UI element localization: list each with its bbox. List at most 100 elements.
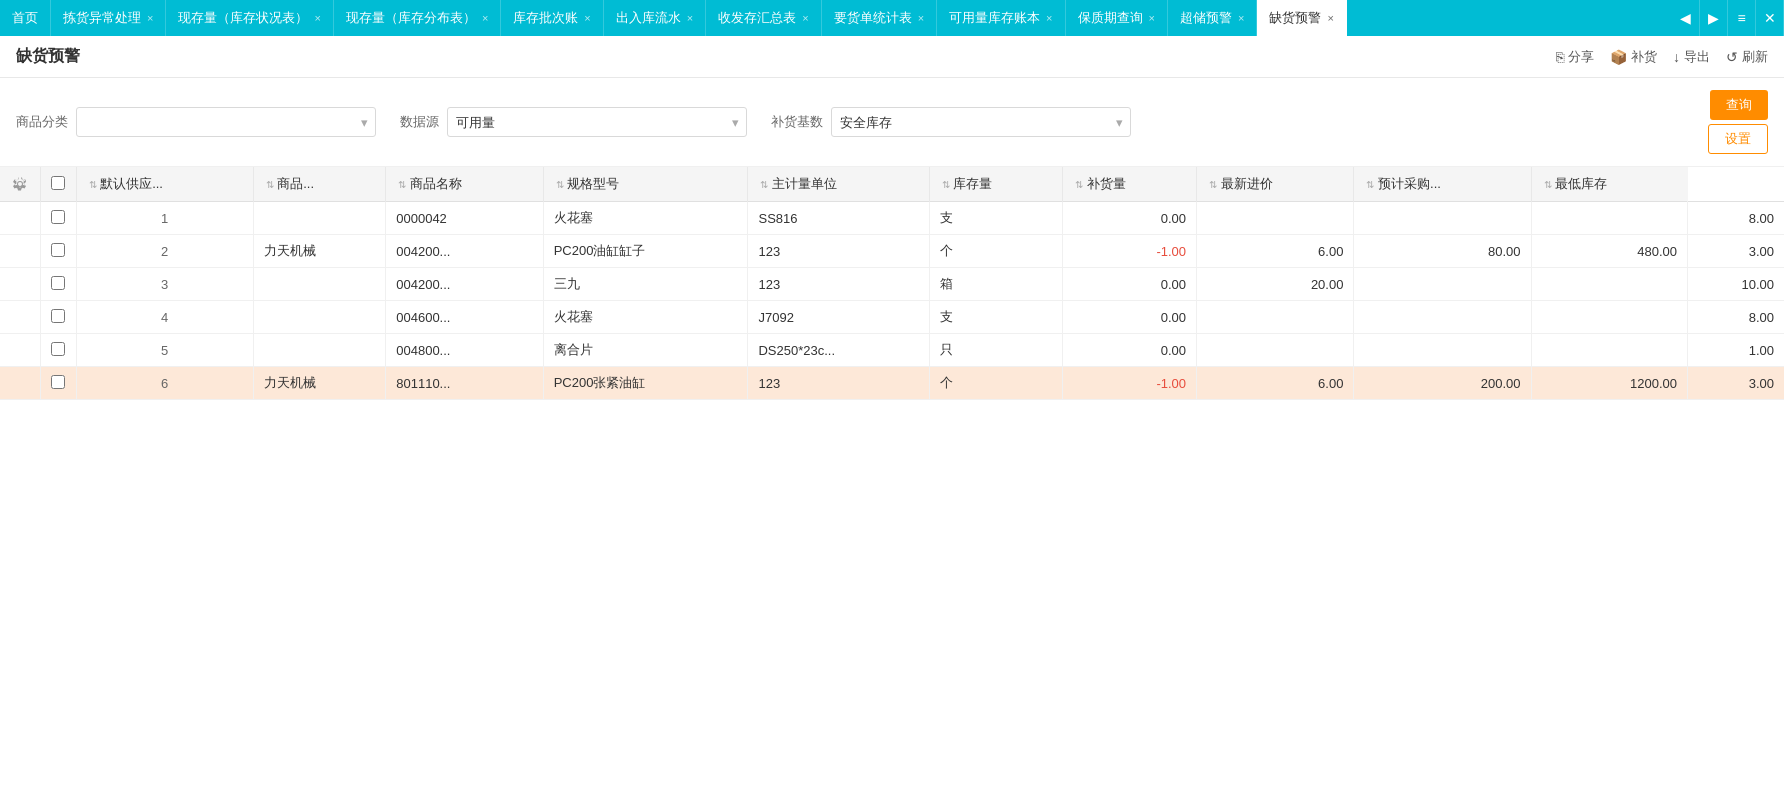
row-min-stock: 1.00 — [1688, 334, 1785, 367]
tab-kyljczb-label: 可用量库存账本 — [949, 9, 1040, 27]
tab-xyzkcfb[interactable]: 现存量（库存分布表） × — [334, 0, 501, 36]
row-index: 2 — [76, 235, 253, 268]
tab-close-button[interactable]: ✕ — [1756, 0, 1784, 36]
datasource-select[interactable]: 可用量 — [447, 107, 747, 137]
row-name: 离合片 — [543, 334, 748, 367]
row-settings-cell — [0, 202, 40, 235]
row-stock: 0.00 — [1063, 334, 1197, 367]
tab-ccyj-close[interactable]: × — [1238, 12, 1244, 24]
row-checkbox-cell[interactable] — [40, 334, 76, 367]
select-all-checkbox[interactable] — [51, 176, 65, 190]
row-supplier: 力天机械 — [253, 367, 386, 400]
row-checkbox[interactable] — [51, 375, 65, 389]
col-header-name[interactable]: ⇅ 商品名称 — [386, 167, 543, 202]
row-checkbox-cell[interactable] — [40, 301, 76, 334]
row-checkbox-cell[interactable] — [40, 367, 76, 400]
row-checkbox-cell[interactable] — [40, 202, 76, 235]
query-button[interactable]: 查询 — [1710, 90, 1768, 120]
tab-kyljczb-close[interactable]: × — [1046, 12, 1052, 24]
row-spec: J7092 — [748, 301, 929, 334]
col-header-spec[interactable]: ⇅ 规格型号 — [543, 167, 748, 202]
row-unit: 个 — [929, 235, 1063, 268]
tab-xyzkcqk-close[interactable]: × — [314, 12, 320, 24]
row-code: 004800... — [386, 334, 543, 367]
row-checkbox[interactable] — [51, 243, 65, 257]
row-spec: 123 — [748, 268, 929, 301]
refresh-button[interactable]: ↺ 刷新 — [1726, 48, 1768, 66]
table-body: 1 0000042 火花塞 SS816 支 0.00 8.00 2 力天机械 0… — [0, 202, 1784, 400]
row-name: 三九 — [543, 268, 748, 301]
tab-bqqycx[interactable]: 保质期查询 × — [1066, 0, 1168, 36]
share-button[interactable]: ⎘ 分享 — [1556, 48, 1594, 66]
tab-qhyj[interactable]: 缺货预警 × — [1257, 0, 1346, 36]
tab-kyljczb[interactable]: 可用量库存账本 × — [937, 0, 1065, 36]
col-code-label: 商品... — [277, 176, 314, 191]
col-supplier-label: 默认供应... — [100, 176, 163, 191]
export-button[interactable]: ↓ 导出 — [1673, 48, 1710, 66]
tab-xyzkcfb-close[interactable]: × — [482, 12, 488, 24]
row-checkbox-cell[interactable] — [40, 268, 76, 301]
tab-crkcls[interactable]: 出入库流水 × — [604, 0, 706, 36]
page-header: 缺货预警 ⎘ 分享 📦 补货 ↓ 导出 ↺ 刷新 — [0, 36, 1784, 78]
filter-actions: 查询 设置 — [1708, 90, 1768, 154]
row-unit: 支 — [929, 202, 1063, 235]
base-select-wrapper: 安全库存 — [831, 107, 1131, 137]
tab-qhyj-close[interactable]: × — [1327, 12, 1333, 24]
col-header-unit[interactable]: ⇅ 主计量单位 — [748, 167, 929, 202]
table-row: 4 004600... 火花塞 J7092 支 0.00 8.00 — [0, 301, 1784, 334]
table-container: ⇅ 默认供应... ⇅ 商品... ⇅ 商品名称 ⇅ — [0, 167, 1784, 400]
table-row: 2 力天机械 004200... PC200油缸缸子 123 个 -1.00 6… — [0, 235, 1784, 268]
table-settings-icon[interactable] — [12, 176, 28, 192]
col-header-est-purchase[interactable]: ⇅ 预计采购... — [1354, 167, 1531, 202]
tab-sdsyhz[interactable]: 收发存汇总表 × — [706, 0, 821, 36]
row-checkbox[interactable] — [51, 210, 65, 224]
row-stock: 0.00 — [1063, 301, 1197, 334]
col-header-restock[interactable]: ⇅ 补货量 — [1063, 167, 1197, 202]
col-header-min-stock[interactable]: ⇅ 最低库存 — [1531, 167, 1687, 202]
col-restock-label: 补货量 — [1087, 176, 1126, 191]
settings-button[interactable]: 设置 — [1708, 124, 1768, 154]
tab-next-button[interactable]: ▶ — [1700, 0, 1728, 36]
tab-xyzkcqk[interactable]: 现存量（库存状况表） × — [166, 0, 333, 36]
col-supplier-sort-icon: ⇅ — [89, 179, 97, 190]
tab-kcpcz-close[interactable]: × — [584, 12, 590, 24]
tab-prev-button[interactable]: ◀ — [1672, 0, 1700, 36]
col-header-settings[interactable] — [0, 167, 40, 202]
tab-kcpcz[interactable]: 库存批次账 × — [501, 0, 603, 36]
row-checkbox[interactable] — [51, 276, 65, 290]
row-latest-price — [1354, 334, 1531, 367]
base-select[interactable]: 安全库存 — [831, 107, 1131, 137]
row-spec: 123 — [748, 367, 929, 400]
row-spec: SS816 — [748, 202, 929, 235]
tab-home[interactable]: 首页 — [0, 0, 51, 36]
tab-sdsyhz-close[interactable]: × — [802, 12, 808, 24]
tab-xyzkcfb-label: 现存量（库存分布表） — [346, 9, 476, 27]
category-select[interactable] — [76, 107, 376, 137]
col-header-supplier[interactable]: ⇅ 默认供应... — [76, 167, 253, 202]
row-checkbox[interactable] — [51, 309, 65, 323]
col-header-checkbox[interactable] — [40, 167, 76, 202]
data-table: ⇅ 默认供应... ⇅ 商品... ⇅ 商品名称 ⇅ — [0, 167, 1784, 400]
tab-ygdtjb[interactable]: 要货单统计表 × — [822, 0, 937, 36]
row-code: 0000042 — [386, 202, 543, 235]
tab-ccyj[interactable]: 超储预警 × — [1168, 0, 1257, 36]
row-index: 4 — [76, 301, 253, 334]
row-est-purchase: 480.00 — [1531, 235, 1687, 268]
tab-lyjycc-close[interactable]: × — [147, 12, 153, 24]
col-header-latest-price[interactable]: ⇅ 最新进价 — [1197, 167, 1354, 202]
tab-lyjycc[interactable]: 拣货异常处理 × — [51, 0, 166, 36]
tab-bqqycx-close[interactable]: × — [1149, 12, 1155, 24]
col-header-stock[interactable]: ⇅ 库存量 — [929, 167, 1063, 202]
tab-crkcls-close[interactable]: × — [687, 12, 693, 24]
tab-menu-button[interactable]: ≡ — [1728, 0, 1756, 36]
row-index: 1 — [76, 202, 253, 235]
row-checkbox[interactable] — [51, 342, 65, 356]
col-header-code[interactable]: ⇅ 商品... — [253, 167, 386, 202]
refresh-label: 刷新 — [1742, 48, 1768, 66]
tab-ygdtjb-close[interactable]: × — [918, 12, 924, 24]
row-checkbox-cell[interactable] — [40, 235, 76, 268]
tab-xyzkcqk-label: 现存量（库存状况表） — [178, 9, 308, 27]
row-min-stock: 8.00 — [1688, 202, 1785, 235]
row-name: 火花塞 — [543, 301, 748, 334]
restock-button[interactable]: 📦 补货 — [1610, 48, 1657, 66]
